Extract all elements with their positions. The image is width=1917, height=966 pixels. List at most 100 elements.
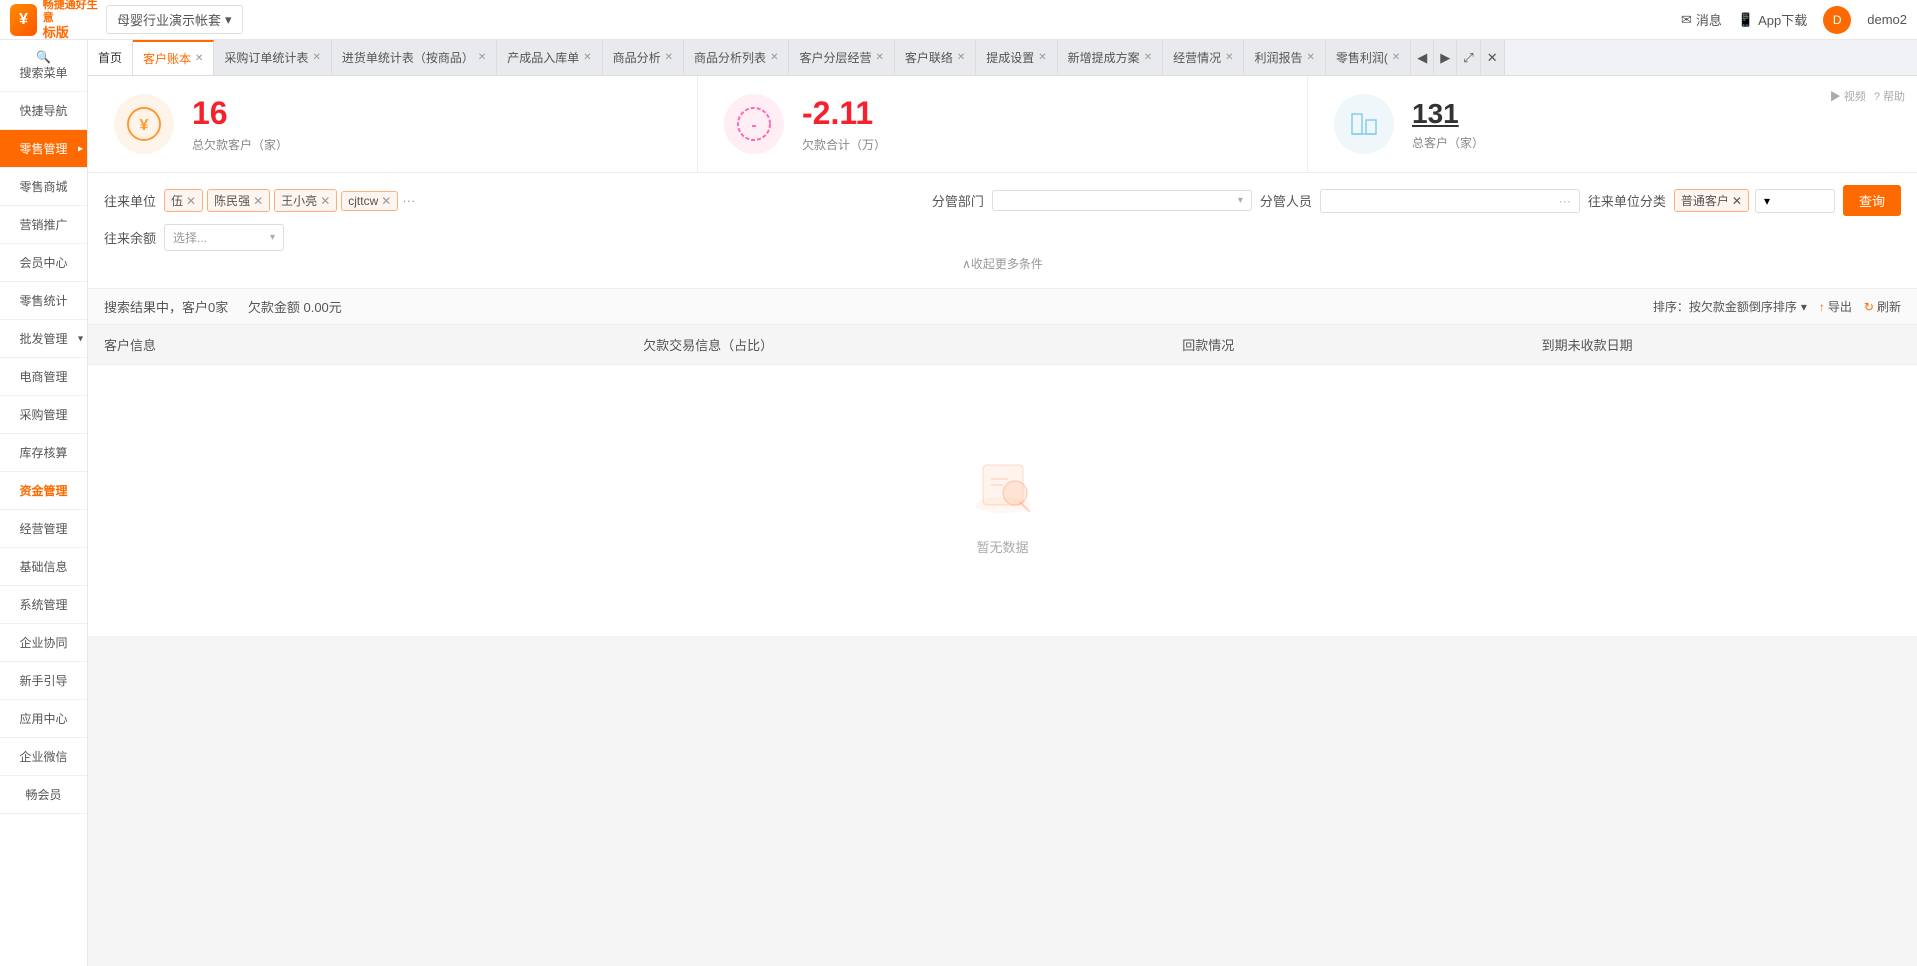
tab-next-btn[interactable]: ▶	[1434, 40, 1457, 75]
manager-filter-select[interactable]: ···	[1320, 189, 1580, 213]
building-icon-circle	[1334, 94, 1394, 154]
sidebar: 🔍 搜索菜单 快捷导航 零售管理 ▸ 零售商城 营销推广 会员中心 零售统计 批…	[0, 40, 88, 966]
tab-operations-status[interactable]: 经营情况 ✕	[1163, 40, 1244, 75]
message-btn[interactable]: ✉ 消息	[1681, 10, 1722, 29]
video-help-btn[interactable]: ▶ 视频	[1830, 88, 1866, 104]
sidebar-item-marketing[interactable]: 营销推广	[0, 206, 87, 244]
sidebar-item-basic-info[interactable]: 基础信息	[0, 548, 87, 586]
sidebar-operations-label: 经营管理	[19, 522, 67, 536]
help-btn[interactable]: ? 帮助	[1874, 88, 1905, 104]
close-tab-icon[interactable]: ✕	[195, 53, 203, 64]
sidebar-item-capital[interactable]: 资金管理	[0, 472, 87, 510]
close-tab-icon[interactable]: ✕	[1038, 52, 1046, 63]
tab-retail-profit[interactable]: 零售利润( ✕	[1326, 40, 1411, 75]
tab-close-all-btn[interactable]: ✕	[1481, 40, 1505, 75]
tab-purchase-stats[interactable]: 进货单统计表（按商品） ✕	[332, 40, 497, 75]
sidebar-item-retail-shop[interactable]: 零售商城	[0, 168, 87, 206]
sort-select[interactable]: 排序：按欠款金额倒序排序 ▾	[1653, 298, 1807, 315]
tab-expand-btn[interactable]: ⤢	[1457, 40, 1480, 75]
stat-label-customers: 总欠款客户（家）	[192, 136, 288, 153]
app-version: 标版	[43, 25, 98, 41]
sidebar-item-quick-nav[interactable]: 快捷导航	[0, 92, 87, 130]
user-name[interactable]: demo2	[1867, 12, 1907, 27]
remainder-filter-label: 往来余额	[104, 228, 156, 247]
app-download-btn[interactable]: 📱 App下载	[1738, 10, 1807, 29]
message-icon: ✉	[1681, 12, 1692, 28]
close-tab-icon[interactable]: ✕	[1392, 52, 1400, 63]
tab-home[interactable]: 首页	[88, 40, 133, 75]
unit-tag-cjttcw: cjttcw ✕	[341, 191, 398, 211]
sidebar-item-operations[interactable]: 经营管理	[0, 510, 87, 548]
refresh-btn[interactable]: ↻ 刷新	[1864, 298, 1901, 315]
tab-profit-report[interactable]: 利润报告 ✕	[1244, 40, 1325, 75]
sidebar-item-inventory[interactable]: 库存核算	[0, 434, 87, 472]
close-tab-icon[interactable]: ✕	[665, 52, 673, 63]
result-actions: 排序：按欠款金额倒序排序 ▾ ↑ 导出 ↻ 刷新	[1653, 298, 1901, 315]
tab-goods-analysis-list-label: 商品分析列表	[694, 49, 766, 66]
classify-tag-normal-remove[interactable]: ✕	[1732, 194, 1742, 208]
sidebar-item-retail-stats[interactable]: 零售统计	[0, 282, 87, 320]
account-selector[interactable]: 母婴行业演示帐套 ▾	[106, 5, 243, 34]
sidebar-item-app-center[interactable]: 应用中心	[0, 700, 87, 738]
sidebar-item-retail-mgmt[interactable]: 零售管理 ▸	[0, 130, 87, 168]
close-tab-icon[interactable]: ✕	[1307, 52, 1315, 63]
video-label: 视频	[1844, 91, 1866, 103]
sidebar-item-enterprise-coop[interactable]: 企业协同	[0, 624, 87, 662]
classify-filter-label: 往来单位分类	[1588, 191, 1666, 210]
sidebar-item-wholesale-mgmt[interactable]: 批发管理 ▾	[0, 320, 87, 358]
empty-icon	[963, 445, 1043, 525]
close-tab-icon[interactable]: ✕	[957, 52, 965, 63]
close-tab-icon[interactable]: ✕	[875, 52, 883, 63]
collapse-conditions-btn[interactable]: ∧ 收起更多条件	[104, 251, 1901, 276]
collapse-label: 收起更多条件	[971, 255, 1043, 272]
stat-label-debt: 欠款合计（万）	[802, 136, 886, 153]
unit-tag-wu-remove[interactable]: ✕	[186, 194, 196, 208]
export-btn[interactable]: ↑ 导出	[1819, 298, 1852, 315]
sidebar-inventory-label: 库存核算	[19, 446, 67, 460]
sidebar-item-member-center[interactable]: 会员中心	[0, 244, 87, 282]
close-tab-icon[interactable]: ✕	[1225, 52, 1233, 63]
sidebar-wholesale-mgmt-label: 批发管理	[19, 332, 67, 346]
close-tab-icon[interactable]: ✕	[770, 52, 778, 63]
unit-tag-cjttcw-remove[interactable]: ✕	[381, 194, 391, 208]
stat-help-area: ▶ 视频 ? 帮助	[1830, 88, 1905, 104]
tab-customer-capital[interactable]: 客户账本 ✕	[133, 40, 214, 75]
top-bar-left: ¥ 畅捷通好生意 标版 母婴行业演示帐套 ▾	[10, 0, 243, 40]
user-avatar[interactable]: D	[1823, 6, 1851, 34]
remainder-select[interactable]: 选择... ▾	[164, 224, 284, 251]
avatar-initials: D	[1833, 13, 1842, 27]
tab-purchase-stats-label: 进货单统计表（按商品）	[342, 49, 474, 66]
sidebar-vip-member-label: 畅会员	[25, 788, 61, 802]
tab-goods-analysis[interactable]: 商品分析 ✕	[603, 40, 684, 75]
tab-new-reminder[interactable]: 新增提成方案 ✕	[1058, 40, 1163, 75]
tab-prev-btn[interactable]: ◀	[1411, 40, 1434, 75]
sidebar-item-new-guide[interactable]: 新手引导	[0, 662, 87, 700]
tab-customer-segment[interactable]: 客户分层经营 ✕	[789, 40, 894, 75]
sidebar-item-enterprise-wechat[interactable]: 企业微信	[0, 738, 87, 776]
sidebar-item-ecommerce[interactable]: 电商管理	[0, 358, 87, 396]
unit-tag-chen-remove[interactable]: ✕	[253, 194, 263, 208]
query-button[interactable]: 查询	[1843, 185, 1901, 216]
sidebar-item-system[interactable]: 系统管理	[0, 586, 87, 624]
page-content: ¥ 16 总欠款客户（家） -	[88, 76, 1917, 966]
close-tab-icon[interactable]: ✕	[478, 52, 486, 63]
tab-goods-analysis-list[interactable]: 商品分析列表 ✕	[684, 40, 789, 75]
unit-tag-wang-remove[interactable]: ✕	[320, 194, 330, 208]
tab-customer-contact[interactable]: 客户联络 ✕	[895, 40, 976, 75]
dept-filter-select[interactable]: ▾	[992, 190, 1252, 211]
manager-filter-label: 分管人员	[1260, 191, 1312, 210]
stat-label-clients: 总客户（家）	[1412, 134, 1484, 151]
close-tab-icon[interactable]: ✕	[1144, 52, 1152, 63]
tab-production-in[interactable]: 产成品入库单 ✕	[497, 40, 602, 75]
tab-reminder-settings[interactable]: 提成设置 ✕	[976, 40, 1057, 75]
account-selector-label: 母婴行业演示帐套	[117, 10, 221, 29]
unit-tag-more[interactable]: ···	[402, 193, 415, 208]
sidebar-item-vip-member[interactable]: 畅会员	[0, 776, 87, 814]
tab-purchase-order[interactable]: 采购订单统计表 ✕	[214, 40, 331, 75]
sidebar-new-guide-label: 新手引导	[19, 674, 67, 688]
classify-dropdown[interactable]: ▾	[1755, 189, 1835, 213]
sidebar-item-search-menu[interactable]: 🔍 搜索菜单	[0, 40, 87, 92]
close-tab-icon[interactable]: ✕	[583, 52, 591, 63]
sidebar-item-purchase[interactable]: 采购管理	[0, 396, 87, 434]
close-tab-icon[interactable]: ✕	[312, 52, 320, 63]
